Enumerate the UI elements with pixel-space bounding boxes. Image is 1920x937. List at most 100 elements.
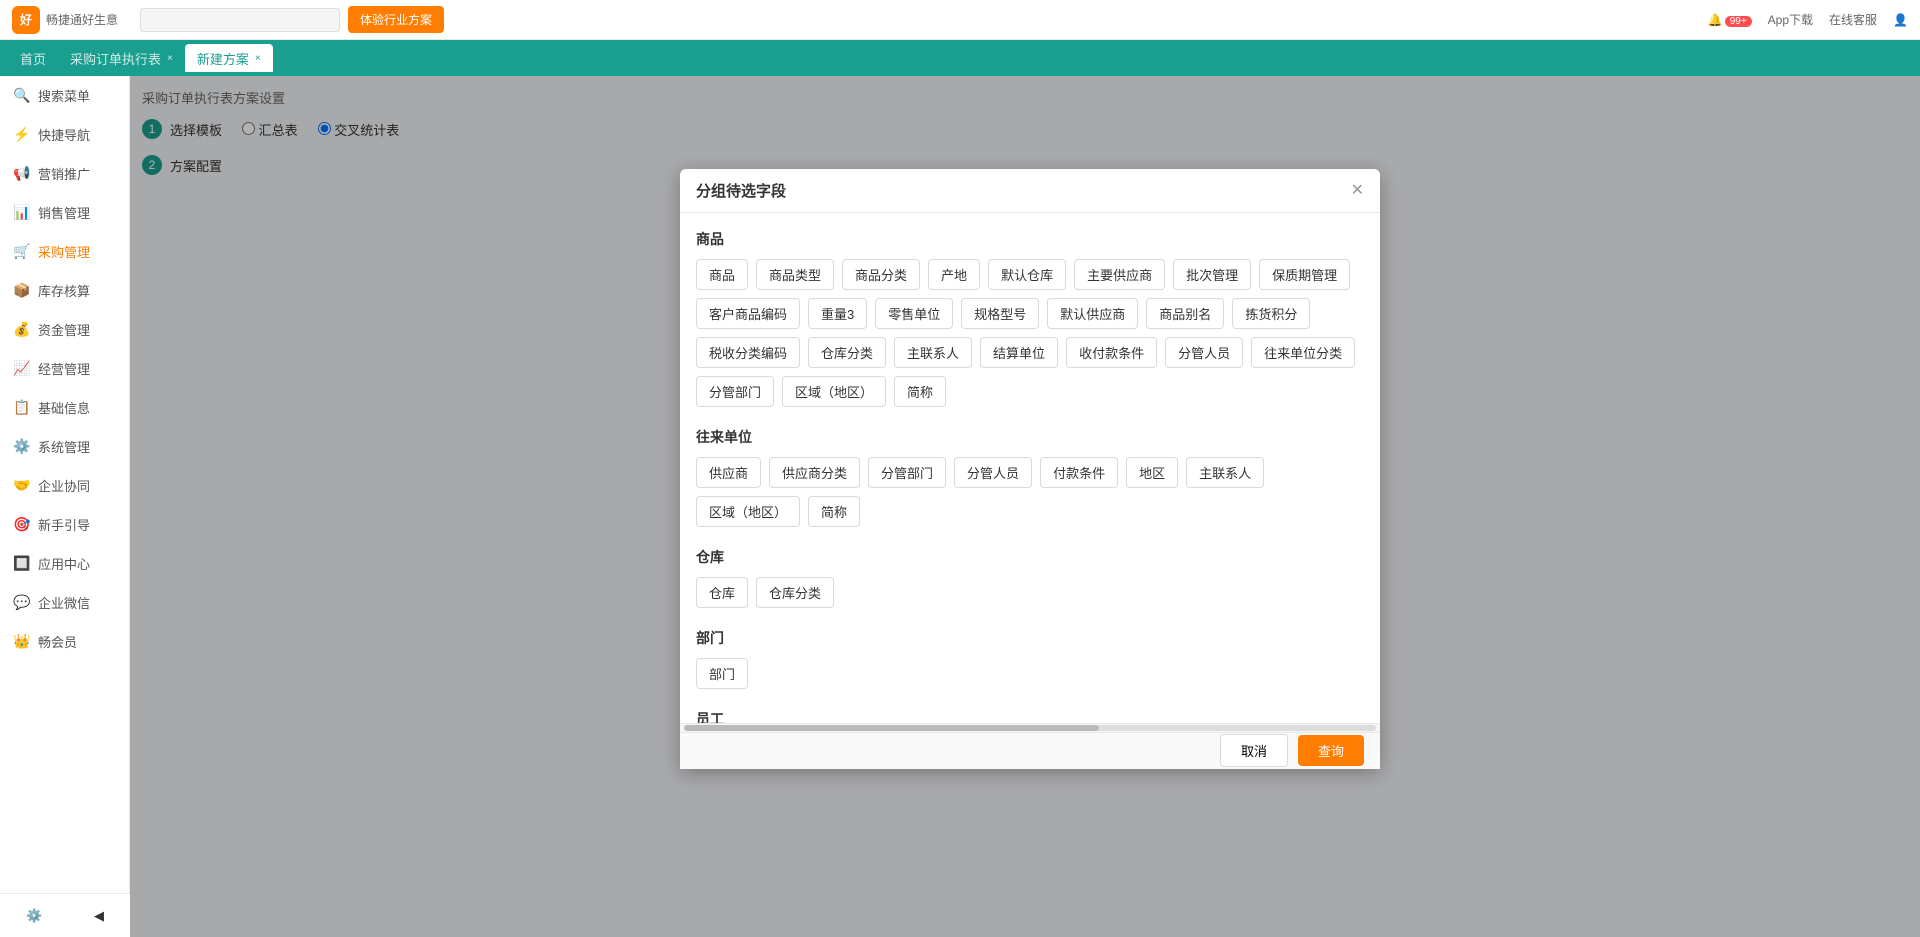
tab-home[interactable]: 首页 bbox=[8, 44, 58, 72]
field-tag[interactable]: 付款条件 bbox=[1040, 457, 1118, 488]
modal-close-btn[interactable]: ✕ bbox=[1351, 180, 1364, 200]
system-icon: ⚙️ bbox=[14, 439, 30, 455]
sidebar-item-sales-label: 销售管理 bbox=[38, 203, 90, 222]
field-tag[interactable]: 分管人员 bbox=[954, 457, 1032, 488]
field-tag[interactable]: 分管部门 bbox=[868, 457, 946, 488]
sidebar-item-marketing[interactable]: 📢 营销推广 bbox=[0, 154, 129, 193]
top-bar: 好 畅捷通好生意 体验行业方案 🔔99+ App下载 在线客服 👤 bbox=[0, 0, 1920, 40]
sidebar-item-newbie[interactable]: 🎯 新手引导 bbox=[0, 505, 129, 544]
user-avatar[interactable]: 👤 bbox=[1893, 13, 1908, 27]
field-tag[interactable]: 收付款条件 bbox=[1066, 337, 1157, 368]
experience-btn[interactable]: 体验行业方案 bbox=[348, 6, 444, 33]
field-tag[interactable]: 仓库 bbox=[696, 577, 748, 608]
sales-icon: 📊 bbox=[14, 205, 30, 221]
field-tag[interactable]: 分管部门 bbox=[696, 376, 774, 407]
sidebar-item-finance-label: 资金管理 bbox=[38, 320, 90, 339]
modal-field-select: 分组待选字段 ✕ 商品商品商品类型商品分类产地默认仓库主要供应商批次管理保质期管… bbox=[680, 169, 1380, 769]
field-tag[interactable]: 客户商品编码 bbox=[696, 298, 800, 329]
inventory-icon: 📦 bbox=[14, 283, 30, 299]
field-tag[interactable]: 简称 bbox=[894, 376, 946, 407]
tab-home-label: 首页 bbox=[20, 49, 46, 68]
field-tag[interactable]: 默认仓库 bbox=[988, 259, 1066, 290]
field-tag[interactable]: 商品类型 bbox=[756, 259, 834, 290]
field-tag[interactable]: 税收分类编码 bbox=[696, 337, 800, 368]
search-input[interactable] bbox=[140, 8, 340, 32]
scrollbar-thumb bbox=[684, 725, 1099, 731]
field-tag[interactable]: 结算单位 bbox=[980, 337, 1058, 368]
section-title: 仓库 bbox=[696, 547, 1364, 567]
field-section-员工: 员工业务员 bbox=[696, 709, 1364, 724]
modal-footer: 取消 查询 bbox=[680, 732, 1380, 768]
sidebar-item-inventory[interactable]: 📦 库存核算 bbox=[0, 271, 129, 310]
logo-text: 畅捷通好生意 bbox=[46, 11, 118, 28]
tab-new-plan-close[interactable]: × bbox=[255, 53, 261, 64]
field-tag[interactable]: 拣货积分 bbox=[1232, 298, 1310, 329]
field-tag[interactable]: 商品 bbox=[696, 259, 748, 290]
field-tag[interactable]: 供应商分类 bbox=[769, 457, 860, 488]
notification[interactable]: 🔔99+ bbox=[1708, 13, 1752, 27]
section-title: 商品 bbox=[696, 229, 1364, 249]
app-download[interactable]: App下载 bbox=[1768, 11, 1813, 28]
field-section-仓库: 仓库仓库仓库分类 bbox=[696, 547, 1364, 608]
sidebar-item-member-label: 畅会员 bbox=[38, 632, 77, 651]
tab-new-plan[interactable]: 新建方案 × bbox=[185, 44, 273, 72]
field-tag[interactable]: 默认供应商 bbox=[1047, 298, 1138, 329]
field-tag[interactable]: 商品别名 bbox=[1146, 298, 1224, 329]
field-tag[interactable]: 往来单位分类 bbox=[1251, 337, 1355, 368]
field-tag[interactable]: 主联系人 bbox=[894, 337, 972, 368]
confirm-button[interactable]: 查询 bbox=[1298, 735, 1364, 766]
field-tag[interactable]: 供应商 bbox=[696, 457, 761, 488]
tab-purchase-exec-close[interactable]: × bbox=[167, 53, 173, 64]
sidebar-collapse-icon[interactable]: ◀ bbox=[94, 908, 104, 924]
sidebar-item-inventory-label: 库存核算 bbox=[38, 281, 90, 300]
cancel-button[interactable]: 取消 bbox=[1220, 734, 1288, 767]
tab-bar: 首页 采购订单执行表 × 新建方案 × bbox=[0, 40, 1920, 76]
field-tag[interactable]: 保质期管理 bbox=[1259, 259, 1350, 290]
field-tag[interactable]: 仓库分类 bbox=[808, 337, 886, 368]
sidebar-item-sales[interactable]: 📊 销售管理 bbox=[0, 193, 129, 232]
online-service[interactable]: 在线客服 bbox=[1829, 11, 1877, 28]
sidebar-item-finance[interactable]: 💰 资金管理 bbox=[0, 310, 129, 349]
enterprise-wechat-icon: 💬 bbox=[14, 595, 30, 611]
sidebar-item-enterprise-collab[interactable]: 🤝 企业协同 bbox=[0, 466, 129, 505]
modal-scrollbar bbox=[680, 723, 1380, 732]
sidebar-item-system[interactable]: ⚙️ 系统管理 bbox=[0, 427, 129, 466]
field-tag[interactable]: 部门 bbox=[696, 658, 748, 689]
sidebar-item-enterprise-wechat[interactable]: 💬 企业微信 bbox=[0, 583, 129, 622]
field-tag[interactable]: 重量3 bbox=[808, 298, 867, 329]
field-tags: 仓库仓库分类 bbox=[696, 577, 1364, 608]
sidebar-settings-icon[interactable]: ⚙️ bbox=[26, 908, 42, 924]
sidebar-item-quick-nav[interactable]: ⚡ 快捷导航 bbox=[0, 115, 129, 154]
modal-title: 分组待选字段 bbox=[696, 180, 786, 201]
field-tag[interactable]: 主要供应商 bbox=[1074, 259, 1165, 290]
field-tag[interactable]: 简称 bbox=[808, 496, 860, 527]
field-tag[interactable]: 区域（地区） bbox=[696, 496, 800, 527]
field-tag[interactable]: 批次管理 bbox=[1173, 259, 1251, 290]
field-tag[interactable]: 地区 bbox=[1126, 457, 1178, 488]
modal-body: 商品商品商品类型商品分类产地默认仓库主要供应商批次管理保质期管理客户商品编码重量… bbox=[680, 213, 1380, 724]
field-tag[interactable]: 区域（地区） bbox=[782, 376, 886, 407]
field-tag[interactable]: 主联系人 bbox=[1186, 457, 1264, 488]
field-tag[interactable]: 零售单位 bbox=[875, 298, 953, 329]
sidebar-item-app-center[interactable]: 🔲 应用中心 bbox=[0, 544, 129, 583]
tab-purchase-exec[interactable]: 采购订单执行表 × bbox=[58, 44, 185, 72]
field-tag[interactable]: 规格型号 bbox=[961, 298, 1039, 329]
sidebar-item-operation[interactable]: 📈 经营管理 bbox=[0, 349, 129, 388]
sidebar-item-search[interactable]: 🔍 搜索菜单 bbox=[0, 76, 129, 115]
field-tag[interactable]: 仓库分类 bbox=[756, 577, 834, 608]
top-bar-right: 🔔99+ App下载 在线客服 👤 bbox=[1708, 11, 1908, 28]
sidebar-item-purchase[interactable]: 🛒 采购管理 bbox=[0, 232, 129, 271]
sidebar-item-search-label: 搜索菜单 bbox=[38, 86, 90, 105]
sidebar-item-app-center-label: 应用中心 bbox=[38, 554, 90, 573]
field-tag[interactable]: 分管人员 bbox=[1165, 337, 1243, 368]
sidebar-item-member[interactable]: 👑 畅会员 bbox=[0, 622, 129, 661]
field-tags: 供应商供应商分类分管部门分管人员付款条件地区主联系人区域（地区） 简称 bbox=[696, 457, 1364, 527]
sidebar-bottom: ⚙️ ◀ bbox=[0, 893, 130, 937]
sidebar-item-basic-info[interactable]: 📋 基础信息 bbox=[0, 388, 129, 427]
field-tag[interactable]: 商品分类 bbox=[842, 259, 920, 290]
section-title: 往来单位 bbox=[696, 427, 1364, 447]
field-tag[interactable]: 产地 bbox=[928, 259, 980, 290]
sidebar-item-operation-label: 经营管理 bbox=[38, 359, 90, 378]
field-tags: 部门 bbox=[696, 658, 1364, 689]
field-section-往来单位: 往来单位供应商供应商分类分管部门分管人员付款条件地区主联系人区域（地区） 简称 bbox=[696, 427, 1364, 527]
